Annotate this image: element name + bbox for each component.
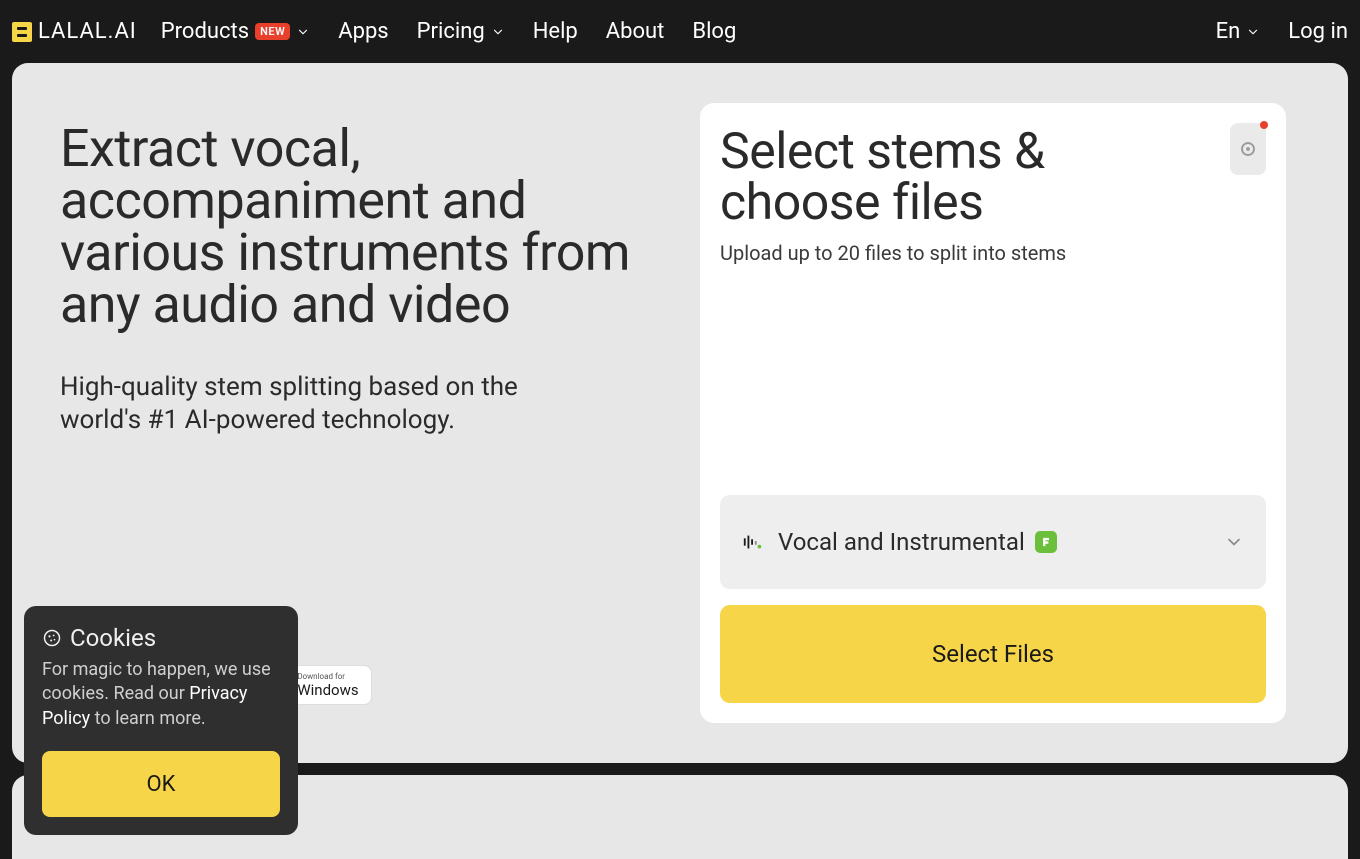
cookie-popup: Cookies For magic to happen, we use cook… bbox=[24, 606, 298, 835]
notification-dot-icon bbox=[1260, 121, 1268, 129]
waveform-icon bbox=[742, 531, 764, 553]
cookie-title-row: Cookies bbox=[42, 624, 280, 652]
store-text: Download for Windows bbox=[297, 673, 358, 698]
new-badge: NEW bbox=[255, 23, 290, 40]
windows-label: Windows bbox=[297, 683, 358, 698]
language-selector[interactable]: En bbox=[1216, 19, 1261, 44]
nav-help[interactable]: Help bbox=[533, 19, 578, 44]
cookie-text: For magic to happen, we use cookies. Rea… bbox=[42, 658, 280, 731]
logo-mark-icon bbox=[12, 22, 32, 42]
stem-label-wrap: Vocal and Instrumental bbox=[778, 528, 1210, 556]
cookie-line2: to learn more. bbox=[90, 708, 205, 729]
panel-title: Select stems & choose files bbox=[720, 127, 1266, 229]
cookie-title: Cookies bbox=[70, 624, 156, 652]
windows-small: Download for bbox=[297, 673, 358, 681]
nav-apps[interactable]: Apps bbox=[338, 19, 388, 44]
chevron-down-icon bbox=[491, 25, 505, 39]
nav-about-label: About bbox=[606, 19, 665, 44]
select-files-label: Select Files bbox=[932, 640, 1054, 668]
cookie-ok-button[interactable]: OK bbox=[42, 751, 280, 817]
main-nav: Products NEW Apps Pricing Help About Blo… bbox=[161, 19, 737, 44]
nav-about[interactable]: About bbox=[606, 19, 665, 44]
panel-subtitle: Upload up to 20 files to split into stem… bbox=[720, 241, 1266, 265]
nav-blog[interactable]: Blog bbox=[692, 19, 736, 44]
quality-badge-icon bbox=[1035, 531, 1057, 553]
chevron-down-icon bbox=[1224, 532, 1244, 552]
cookie-ok-label: OK bbox=[147, 772, 176, 797]
chevron-down-icon bbox=[1246, 25, 1260, 39]
nav-pricing-label: Pricing bbox=[417, 19, 485, 44]
nav-products-label: Products bbox=[161, 19, 249, 44]
upload-panel: Select stems & choose files Upload up to… bbox=[700, 103, 1286, 723]
header: LALAL.AI Products NEW Apps Pricing Help … bbox=[0, 0, 1360, 63]
logo-text: LALAL.AI bbox=[38, 19, 137, 44]
header-right: En Log in bbox=[1216, 19, 1348, 44]
hero-title: Extract vocal, accompaniment and various… bbox=[60, 123, 660, 331]
nav-pricing[interactable]: Pricing bbox=[417, 19, 505, 44]
stem-selector[interactable]: Vocal and Instrumental bbox=[720, 495, 1266, 589]
login-label: Log in bbox=[1288, 19, 1348, 44]
nav-products[interactable]: Products NEW bbox=[161, 19, 310, 44]
nav-apps-label: Apps bbox=[338, 19, 388, 44]
gear-icon bbox=[1239, 140, 1257, 158]
cookie-icon bbox=[42, 628, 62, 648]
settings-button[interactable] bbox=[1230, 123, 1266, 175]
hero-subtitle: High-quality stem splitting based on the… bbox=[60, 371, 540, 436]
nav-blog-label: Blog bbox=[692, 19, 736, 44]
language-label: En bbox=[1216, 19, 1241, 44]
nav-help-label: Help bbox=[533, 19, 578, 44]
login-link[interactable]: Log in bbox=[1288, 19, 1348, 44]
stem-option-label: Vocal and Instrumental bbox=[778, 528, 1025, 556]
select-files-button[interactable]: Select Files bbox=[720, 605, 1266, 703]
chevron-down-icon bbox=[296, 25, 310, 39]
logo[interactable]: LALAL.AI bbox=[12, 19, 137, 44]
